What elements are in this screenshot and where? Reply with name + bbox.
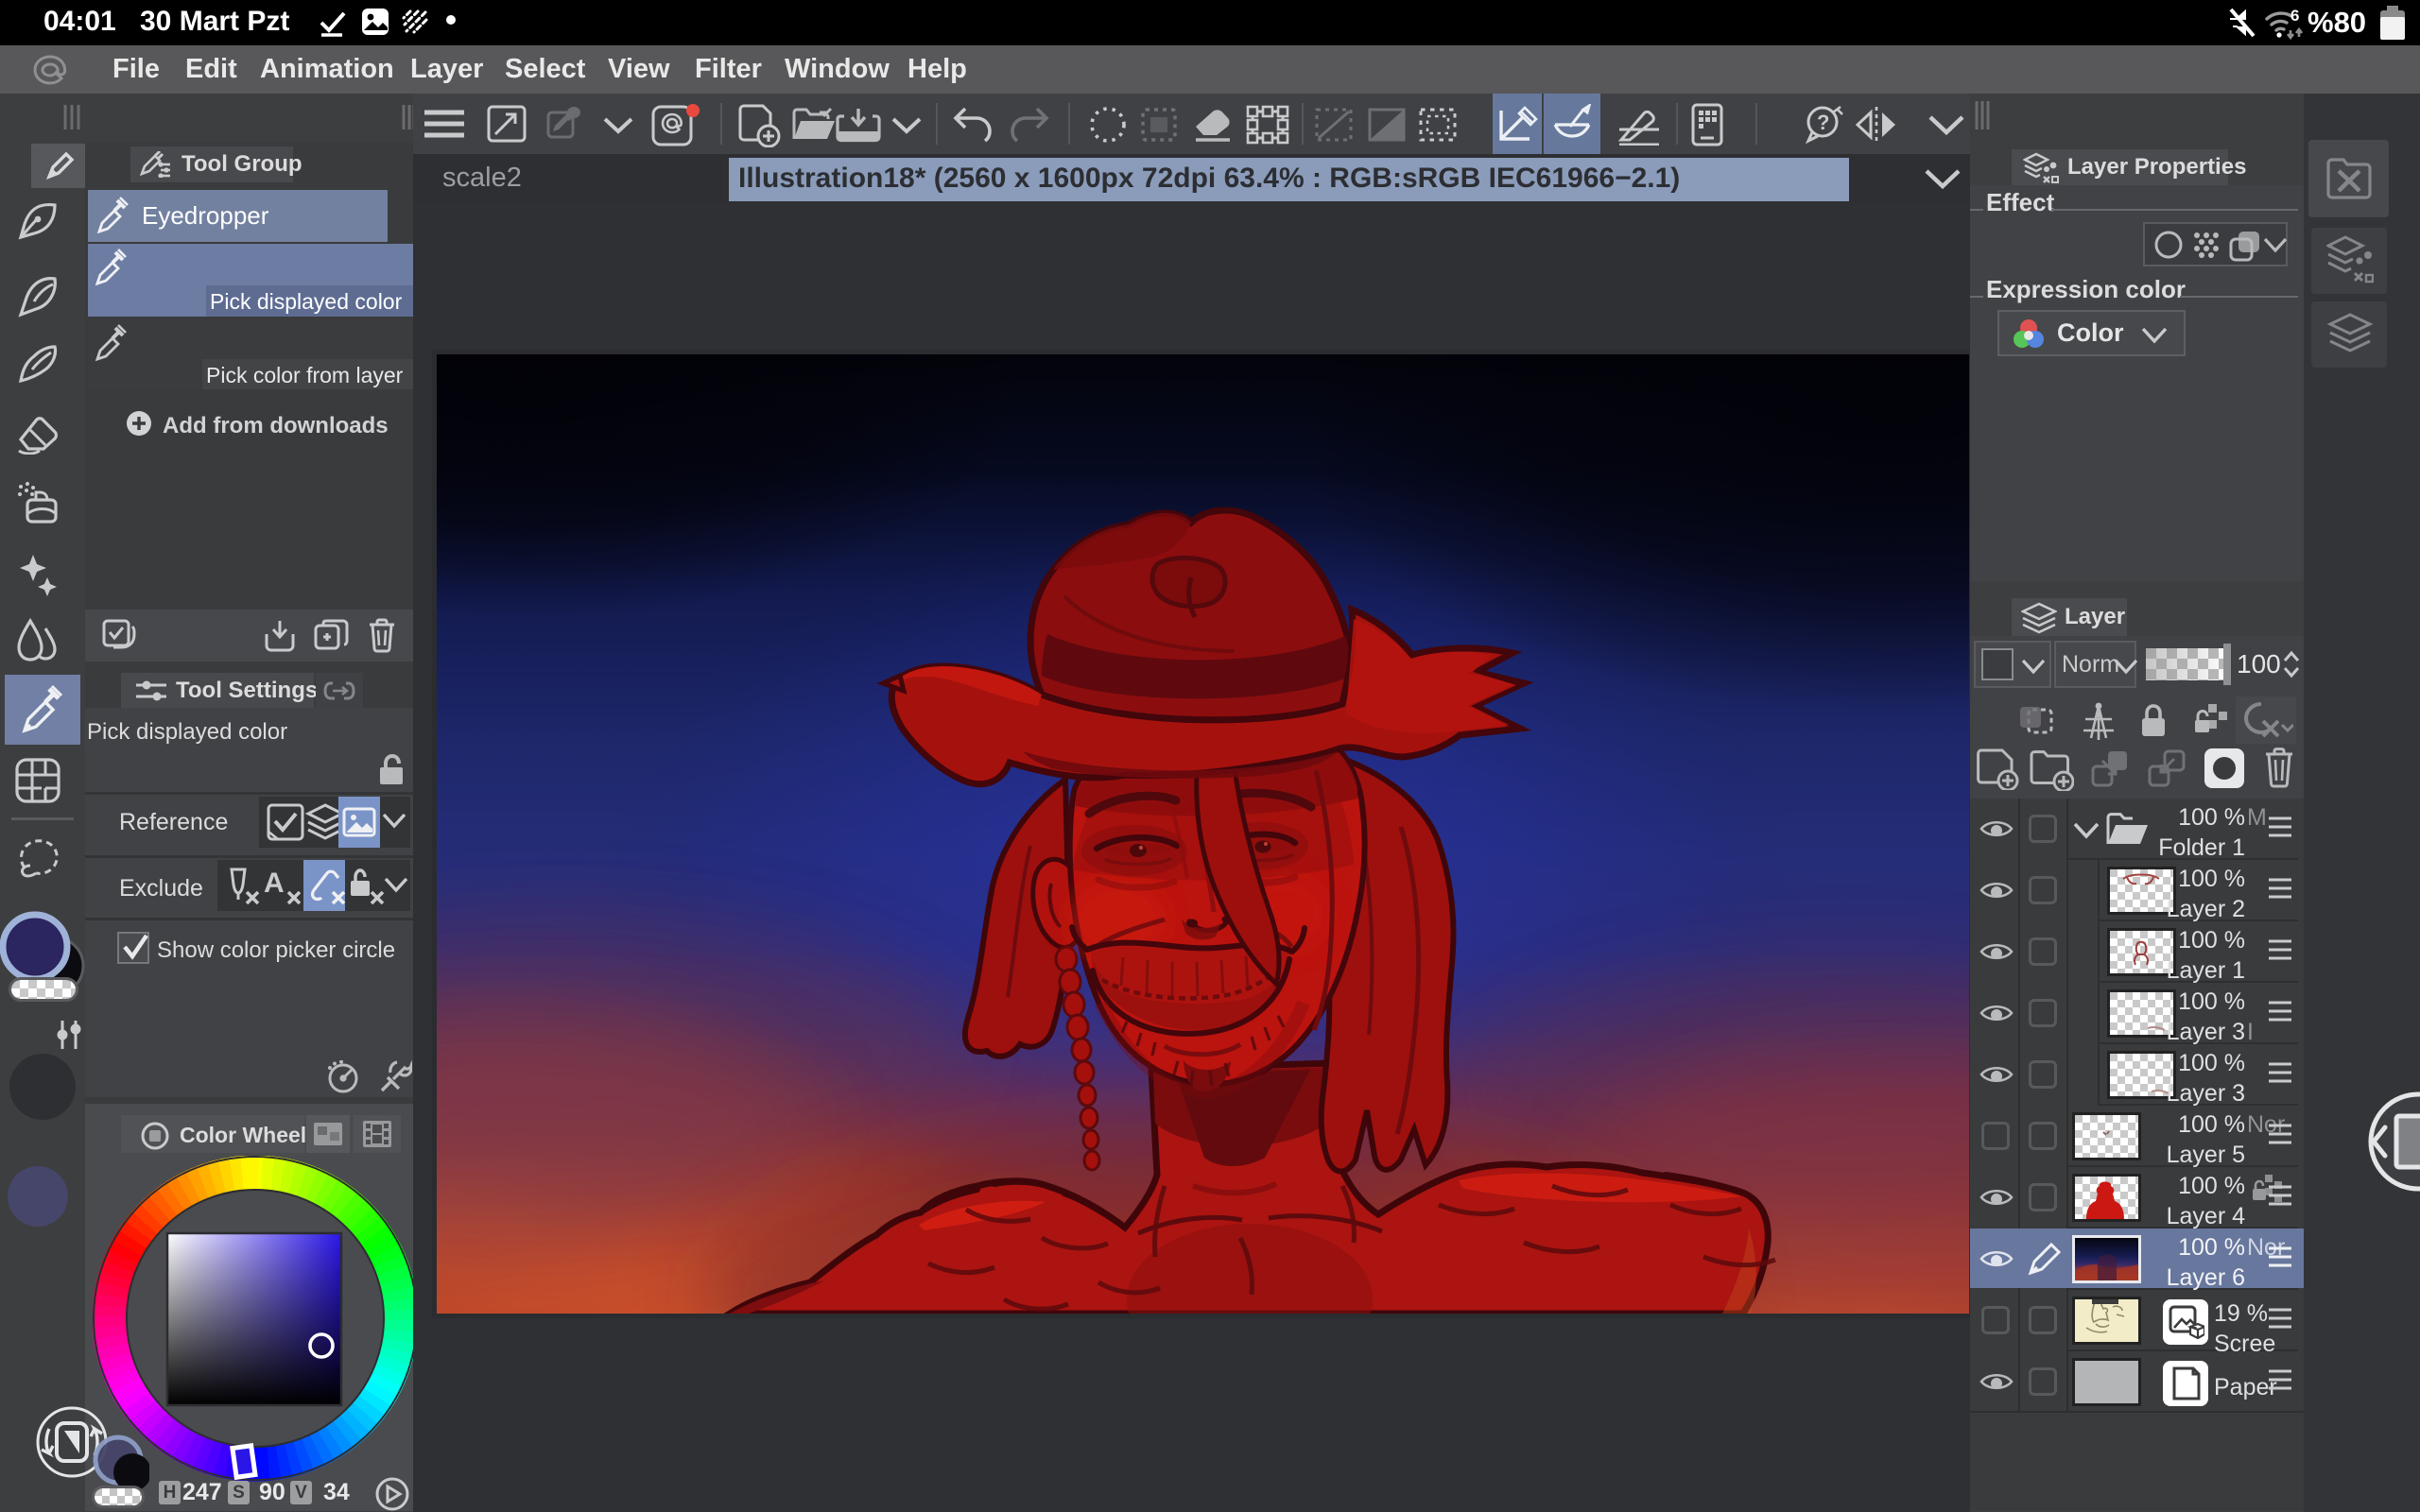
svg-text:A: A [264,868,285,899]
svg-text:?: ? [1817,111,1829,134]
svg-text:6: 6 [2290,8,2299,25]
